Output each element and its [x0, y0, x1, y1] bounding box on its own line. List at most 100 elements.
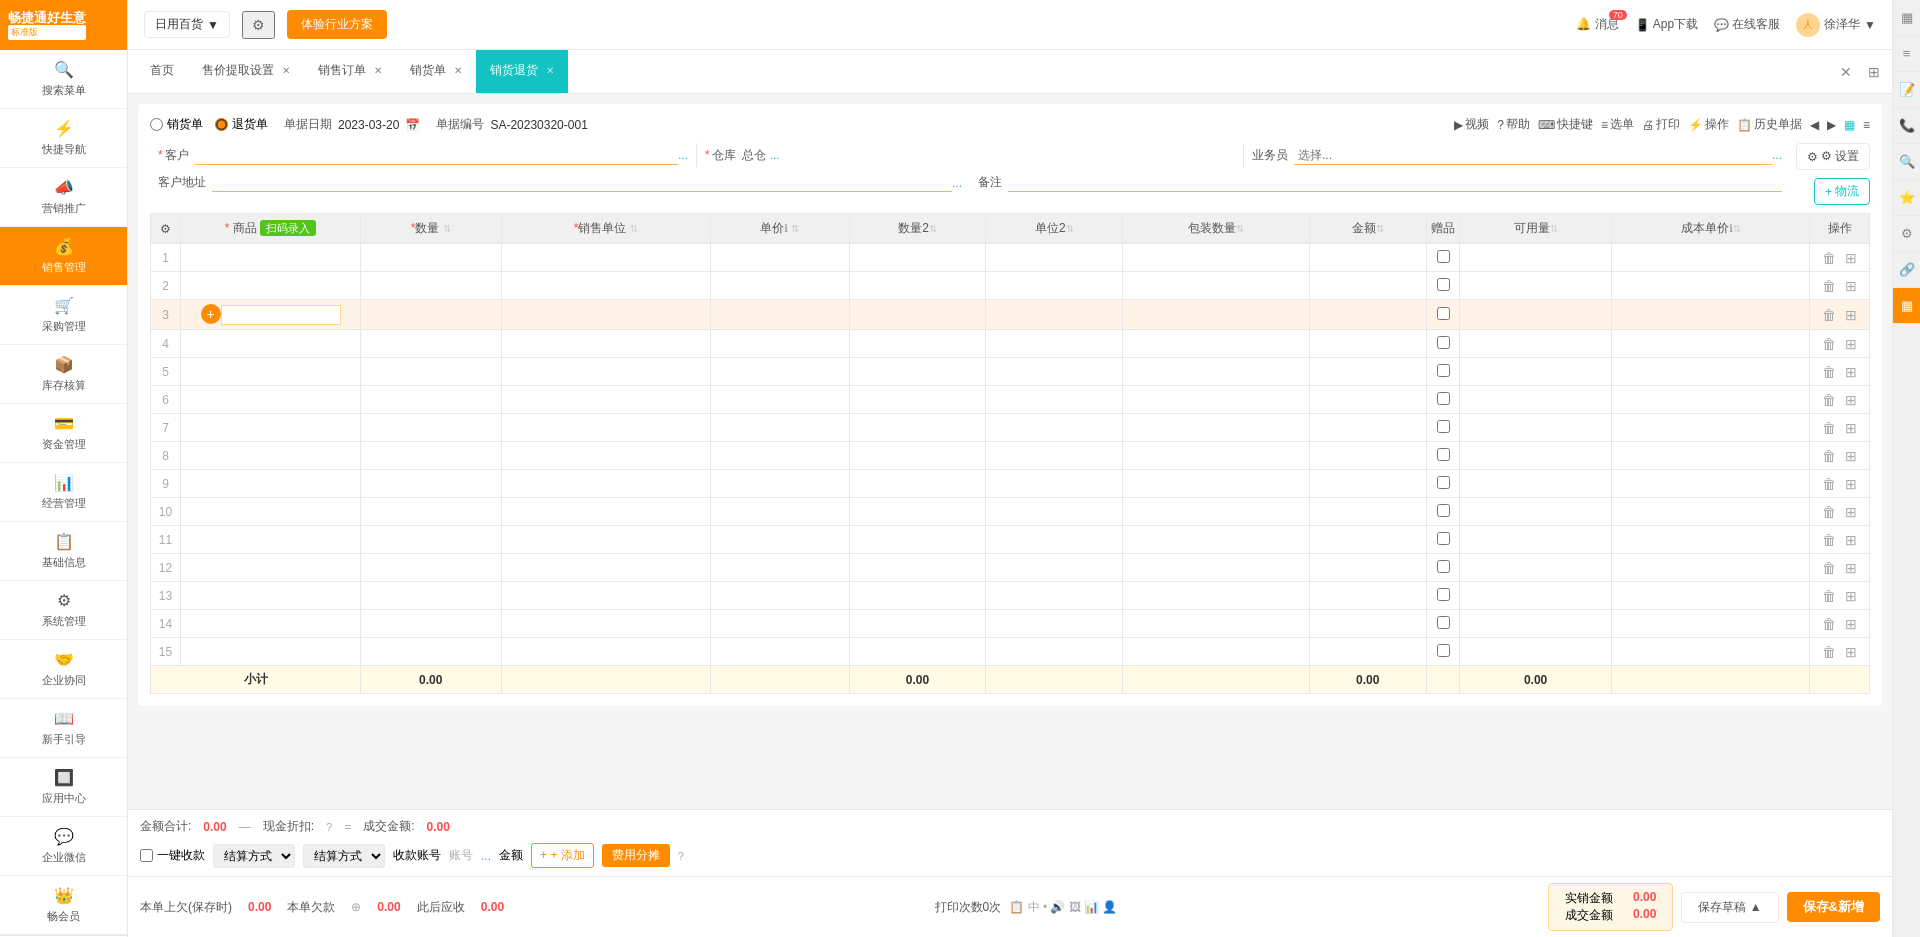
notification-button[interactable]: 🔔 70 消息: [1576, 16, 1618, 33]
qty2-cell[interactable]: [849, 272, 986, 300]
qty2-cell[interactable]: [849, 358, 986, 386]
gift-cell[interactable]: [1427, 470, 1460, 498]
sidebar-item-cooperation[interactable]: 🤝 企业协同: [0, 640, 127, 699]
gift-cell[interactable]: [1427, 300, 1460, 330]
pkg-qty-cell[interactable]: [1123, 414, 1309, 442]
delete-row-button[interactable]: 🗑: [1819, 335, 1839, 353]
sale-unit-cell[interactable]: [501, 272, 710, 300]
gift-cell[interactable]: [1427, 526, 1460, 554]
discount-info-icon[interactable]: ?: [326, 821, 332, 833]
quantity-cell[interactable]: [361, 330, 502, 358]
next-record-icon[interactable]: ▶: [1827, 118, 1836, 132]
delete-row-button[interactable]: 🗑: [1819, 475, 1839, 493]
salesperson-dots[interactable]: ...: [1772, 148, 1782, 162]
gift-cell[interactable]: [1427, 414, 1460, 442]
close-sale-price-icon[interactable]: ✕: [282, 65, 290, 76]
copy-row-button[interactable]: ⊞: [1842, 249, 1860, 267]
pkg-qty-cell[interactable]: [1123, 244, 1309, 272]
quantity-cell[interactable]: [361, 386, 502, 414]
add-row-button[interactable]: +: [201, 304, 221, 324]
gift-cell[interactable]: [1427, 358, 1460, 386]
experience-button[interactable]: 体验行业方案: [287, 10, 387, 39]
qty2-cell[interactable]: [849, 442, 986, 470]
unit-price-cell[interactable]: [710, 358, 849, 386]
product-cell[interactable]: [181, 638, 361, 666]
product-cell[interactable]: [181, 526, 361, 554]
unit-price-cell[interactable]: [710, 442, 849, 470]
amount-cell[interactable]: [1309, 244, 1427, 272]
add-payment-button[interactable]: + + 添加: [531, 843, 594, 868]
quantity-cell[interactable]: [361, 610, 502, 638]
gift-checkbox[interactable]: [1437, 616, 1450, 629]
sidebar-item-basic[interactable]: 📋 基础信息: [0, 522, 127, 581]
pkg-qty-cell[interactable]: [1123, 610, 1309, 638]
copy-row-button[interactable]: ⊞: [1842, 335, 1860, 353]
list-view-icon[interactable]: ≡: [1863, 118, 1870, 132]
unit2-cell[interactable]: [986, 300, 1123, 330]
right-tool-search[interactable]: 🔍: [1893, 144, 1920, 180]
scan-barcode-button[interactable]: 扫码录入: [260, 220, 316, 236]
fee-split-button[interactable]: 费用分摊: [602, 844, 670, 867]
qty2-cell[interactable]: [849, 498, 986, 526]
qty2-cell[interactable]: [849, 526, 986, 554]
fee-info-icon[interactable]: ?: [678, 850, 684, 862]
gift-checkbox[interactable]: [1437, 644, 1450, 657]
video-button[interactable]: ▶ 视频: [1454, 116, 1489, 133]
tab-sale-price[interactable]: 售价提取设置 ✕: [188, 50, 304, 93]
customer-dots[interactable]: ...: [678, 148, 688, 162]
amount-cell[interactable]: [1309, 414, 1427, 442]
one-click-payment-checkbox[interactable]: 一键收款: [140, 847, 205, 864]
gift-checkbox[interactable]: [1437, 588, 1450, 601]
gift-cell[interactable]: [1427, 638, 1460, 666]
delete-row-button[interactable]: 🗑: [1819, 559, 1839, 577]
amount-cell[interactable]: [1309, 470, 1427, 498]
qty2-cell[interactable]: [849, 330, 986, 358]
sidebar-item-operations[interactable]: 📊 经营管理: [0, 463, 127, 522]
gear-col-header[interactable]: ⚙: [151, 214, 181, 244]
product-cell[interactable]: [181, 554, 361, 582]
gift-checkbox[interactable]: [1437, 336, 1450, 349]
quantity-cell[interactable]: [361, 582, 502, 610]
pkg-qty-cell[interactable]: [1123, 554, 1309, 582]
quantity-cell[interactable]: [361, 244, 502, 272]
sale-unit-cell[interactable]: [501, 470, 710, 498]
delete-row-button[interactable]: 🗑: [1819, 587, 1839, 605]
unit2-cell[interactable]: [986, 442, 1123, 470]
unit-price-cell[interactable]: [710, 498, 849, 526]
sale-unit-cell[interactable]: [501, 330, 710, 358]
delete-row-button[interactable]: 🗑: [1819, 306, 1839, 324]
quantity-cell[interactable]: [361, 358, 502, 386]
customer-input[interactable]: [195, 146, 678, 165]
one-click-checkbox[interactable]: [140, 849, 153, 862]
unit2-cell[interactable]: [986, 386, 1123, 414]
settlement-method-select[interactable]: 结算方式: [213, 844, 295, 868]
product-cell[interactable]: [181, 610, 361, 638]
amount-cell[interactable]: [1309, 610, 1427, 638]
add-logistics-button[interactable]: + 物流: [1814, 178, 1870, 205]
amount-cell[interactable]: [1309, 498, 1427, 526]
pkg-qty-cell[interactable]: [1123, 638, 1309, 666]
tab-home[interactable]: 首页: [136, 50, 188, 93]
unit-price-cell[interactable]: [710, 414, 849, 442]
save-new-button[interactable]: 保存&新增: [1787, 892, 1880, 922]
sidebar-item-search[interactable]: 🔍 搜索菜单: [0, 50, 127, 109]
gift-cell[interactable]: [1427, 610, 1460, 638]
sale-unit-cell[interactable]: [501, 638, 710, 666]
pkg-qty-cell[interactable]: [1123, 526, 1309, 554]
unit-price-cell[interactable]: [710, 638, 849, 666]
copy-row-button[interactable]: ⊞: [1842, 615, 1860, 633]
qty2-cell[interactable]: [849, 470, 986, 498]
product-input[interactable]: [221, 305, 341, 325]
sale-unit-cell[interactable]: [501, 300, 710, 330]
shortcut-button[interactable]: ⌨ 快捷键: [1538, 116, 1593, 133]
quantity-cell[interactable]: [361, 470, 502, 498]
gift-checkbox[interactable]: [1437, 392, 1450, 405]
pkg-qty-cell[interactable]: [1123, 300, 1309, 330]
gift-checkbox[interactable]: [1437, 560, 1450, 573]
unit2-cell[interactable]: [986, 358, 1123, 386]
right-tool-star[interactable]: ⭐: [1893, 180, 1920, 216]
operate-button[interactable]: ⚡ 操作: [1688, 116, 1729, 133]
delete-row-button[interactable]: 🗑: [1819, 531, 1839, 549]
pkg-qty-cell[interactable]: [1123, 582, 1309, 610]
save-draft-button[interactable]: 保存草稿 ▲: [1681, 892, 1778, 923]
